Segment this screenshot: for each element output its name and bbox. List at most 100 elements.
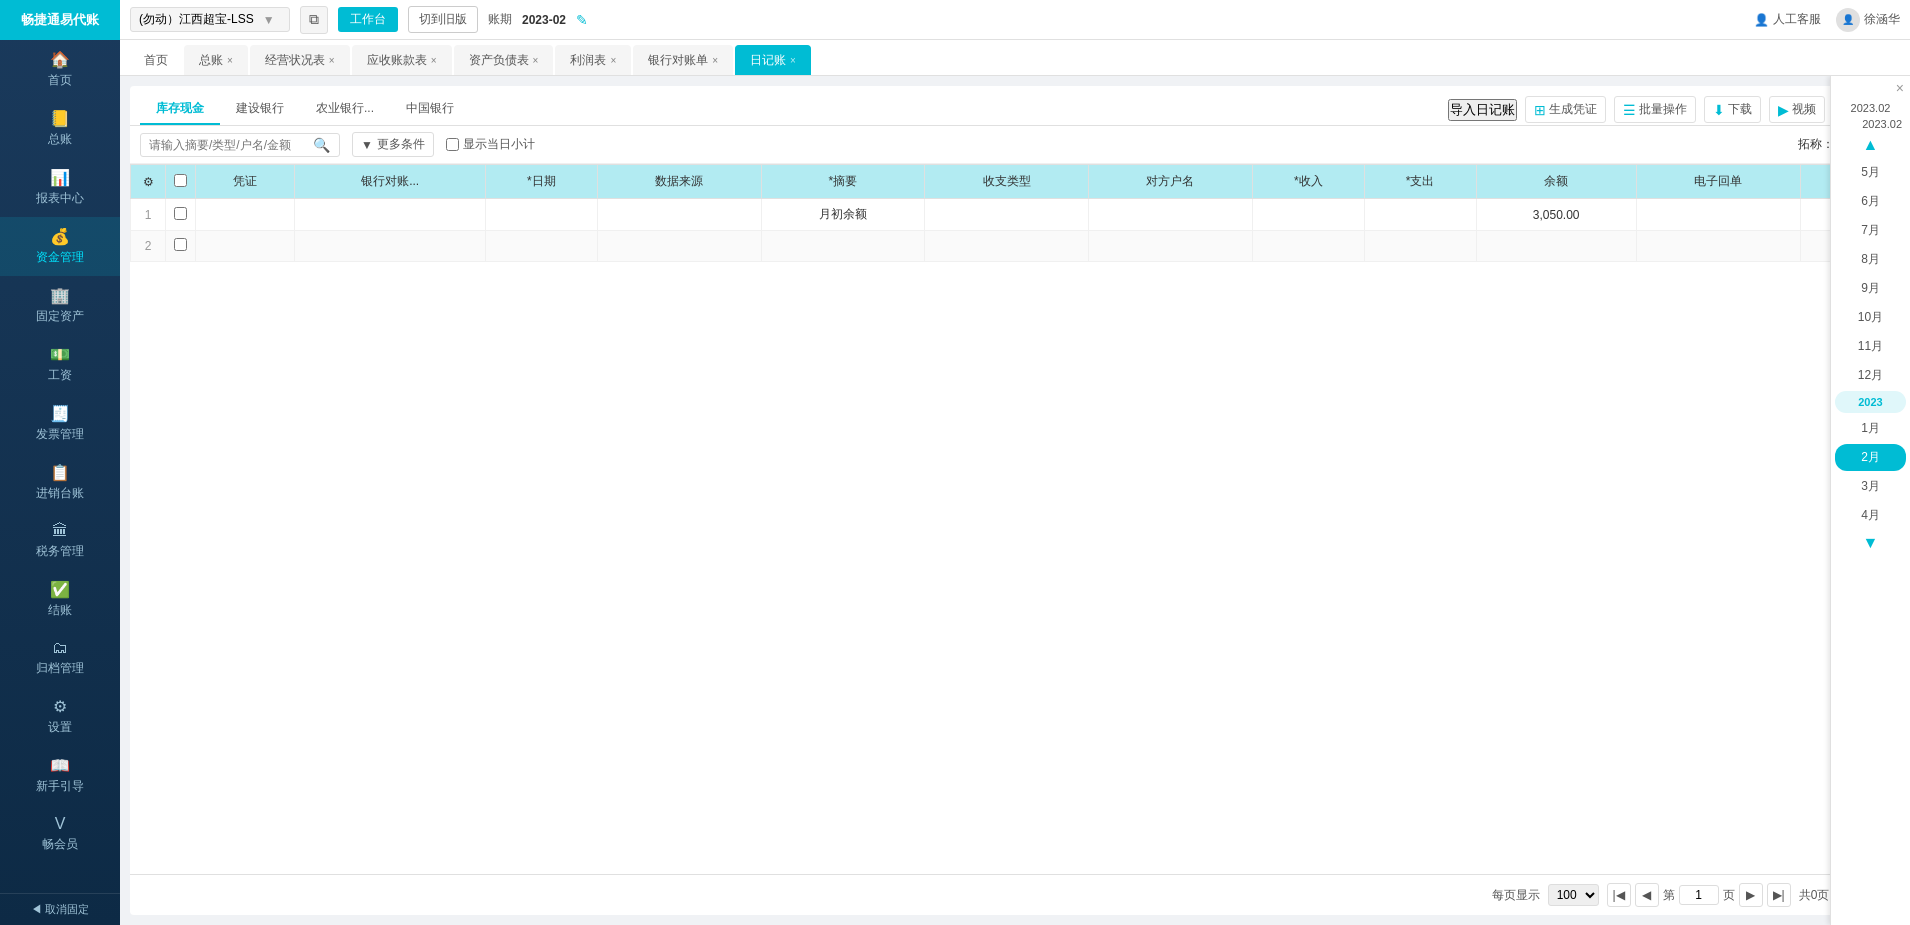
sidebar-item-tax[interactable]: 🏛 税务管理: [0, 512, 120, 570]
row-1-type: [925, 199, 1089, 231]
gen-voucher-btn[interactable]: ⊞ 生成凭证: [1525, 96, 1606, 123]
tab-home[interactable]: 首页: [130, 46, 182, 75]
customer-service-label: 人工客服: [1773, 11, 1821, 28]
import-journal-button[interactable]: 导入日记账: [1448, 99, 1517, 121]
month-4[interactable]: 4月: [1835, 502, 1906, 529]
tab-receivable-close[interactable]: ×: [431, 55, 437, 66]
more-conditions-btn[interactable]: ▼ 更多条件: [352, 132, 434, 157]
batch-op-btn[interactable]: ☰ 批量操作: [1614, 96, 1696, 123]
currency-label: 拓称：: [1798, 136, 1834, 153]
workbench-button[interactable]: 工作台: [338, 7, 398, 32]
month-7[interactable]: 7月: [1835, 217, 1906, 244]
sub-tab-construction-bank[interactable]: 建设银行: [220, 94, 300, 125]
tab-biz-report[interactable]: 经营状况表 ×: [250, 45, 350, 75]
tab-bank-reconcile-close[interactable]: ×: [712, 55, 718, 66]
col-summary: *摘要: [761, 165, 925, 199]
row-2-type: [925, 231, 1089, 262]
select-all-checkbox[interactable]: [174, 174, 187, 187]
copy-icon[interactable]: ⧉: [300, 6, 328, 34]
sidebar-item-invoice[interactable]: 🧾 发票管理: [0, 394, 120, 453]
sidebar-item-member[interactable]: V 畅会员: [0, 805, 120, 863]
user-profile-btn[interactable]: 👤 徐涵华: [1836, 8, 1900, 32]
sidebar-item-salary[interactable]: 💵 工资: [0, 335, 120, 394]
col-data-source: 数据来源: [597, 165, 761, 199]
tab-profit-close[interactable]: ×: [610, 55, 616, 66]
sidebar-item-inout[interactable]: 📋 进销台账: [0, 453, 120, 512]
tab-biz-report-close[interactable]: ×: [329, 55, 335, 66]
company-selector[interactable]: (勿动）江西超宝-LSS ▼: [130, 7, 290, 32]
sub-tab-agricultural-bank[interactable]: 农业银行...: [300, 94, 390, 125]
tab-journal[interactable]: 日记账 ×: [735, 45, 811, 75]
month-11[interactable]: 11月: [1835, 333, 1906, 360]
month-10[interactable]: 10月: [1835, 304, 1906, 331]
batch-op-icon: ☰: [1623, 102, 1636, 118]
month-6[interactable]: 6月: [1835, 188, 1906, 215]
assets-icon: 🏢: [50, 286, 70, 305]
table-row: 2: [131, 231, 1900, 262]
search-input[interactable]: [149, 138, 309, 152]
next-page-btn[interactable]: ▶: [1739, 883, 1763, 907]
page-input[interactable]: [1679, 885, 1719, 905]
period-label: 账期: [488, 11, 512, 28]
row-2-ereceipt: [1636, 231, 1800, 262]
pagination: 每页显示 100 50 200 |◀ ◀ 第 页 ▶ ▶| 共0页，0条记录: [130, 874, 1900, 915]
avatar: 👤: [1836, 8, 1860, 32]
period-edit-icon[interactable]: ✎: [576, 12, 588, 28]
sidebar-item-assets[interactable]: 🏢 固定资产: [0, 276, 120, 335]
row-1-source: [597, 199, 761, 231]
tabs-bar: 首页 总账 × 经营状况表 × 应收账款表 × 资产负债表 × 利润表 × 银行…: [120, 40, 1910, 76]
search-icon[interactable]: 🔍: [313, 137, 330, 153]
tab-balance-sheet-close[interactable]: ×: [533, 55, 539, 66]
scroll-up-btn[interactable]: ▲: [1831, 132, 1910, 158]
col-counterparty: 对方户名: [1089, 165, 1253, 199]
download-btn[interactable]: ⬇ 下载: [1704, 96, 1761, 123]
sidebar-item-guide[interactable]: 📖 新手引导: [0, 746, 120, 805]
date-year-row-top: 2023.02: [1831, 116, 1910, 132]
last-page-btn[interactable]: ▶|: [1767, 883, 1791, 907]
col-settings[interactable]: ⚙: [131, 165, 166, 199]
month-2-active[interactable]: 2月: [1835, 444, 1906, 471]
row-1-check[interactable]: [166, 199, 196, 231]
month-8[interactable]: 8月: [1835, 246, 1906, 273]
sidebar-item-close[interactable]: ✅ 结账: [0, 570, 120, 629]
month-9[interactable]: 9月: [1835, 275, 1906, 302]
page-nav: |◀ ◀ 第 页 ▶ ▶|: [1607, 883, 1791, 907]
video-btn[interactable]: ▶ 视频: [1769, 96, 1825, 123]
show-daily-label[interactable]: 显示当日小计: [446, 136, 535, 153]
sidebar-collapse-btn[interactable]: ◀︎ 取消固定: [0, 893, 120, 925]
sidebar-item-ledger[interactable]: 📒 总账: [0, 99, 120, 158]
month-12[interactable]: 12月: [1835, 362, 1906, 389]
guide-icon: 📖: [50, 756, 70, 775]
tab-profit[interactable]: 利润表 ×: [555, 45, 631, 75]
customer-service-btn[interactable]: 👤 人工客服: [1754, 11, 1821, 28]
month-1[interactable]: 1月: [1835, 415, 1906, 442]
sidebar-item-finance[interactable]: 💰 资金管理: [0, 217, 120, 276]
year-2023-label: 2023: [1835, 391, 1906, 413]
tab-balance-sheet[interactable]: 资产负债表 ×: [454, 45, 554, 75]
tab-journal-close[interactable]: ×: [790, 55, 796, 66]
col-date: *日期: [485, 165, 597, 199]
sidebar-item-reports[interactable]: 📊 报表中心: [0, 158, 120, 217]
tab-receivable[interactable]: 应收账款表 ×: [352, 45, 452, 75]
month-3[interactable]: 3月: [1835, 473, 1906, 500]
sidebar-item-home[interactable]: 🏠 首页: [0, 40, 120, 99]
sub-tab-china-bank[interactable]: 中国银行: [390, 94, 470, 125]
first-page-btn[interactable]: |◀: [1607, 883, 1631, 907]
col-check[interactable]: [166, 165, 196, 199]
prev-page-btn[interactable]: ◀: [1635, 883, 1659, 907]
row-2-summary: [761, 231, 925, 262]
tab-bank-reconcile[interactable]: 银行对账单 ×: [633, 45, 733, 75]
home-icon: 🏠: [50, 50, 70, 69]
per-page-select[interactable]: 100 50 200: [1548, 884, 1599, 906]
show-daily-checkbox[interactable]: [446, 138, 459, 151]
row-2-check[interactable]: [166, 231, 196, 262]
scroll-down-btn[interactable]: ▼: [1831, 530, 1910, 556]
sub-tab-cash[interactable]: 库存现金: [140, 94, 220, 125]
tab-ledger[interactable]: 总账 ×: [184, 45, 248, 75]
old-version-button[interactable]: 切到旧版: [408, 6, 478, 33]
sidebar-item-archive[interactable]: 🗂 归档管理: [0, 629, 120, 687]
month-5[interactable]: 5月: [1835, 159, 1906, 186]
tab-ledger-close[interactable]: ×: [227, 55, 233, 66]
date-panel-close-btn[interactable]: ×: [1831, 76, 1910, 100]
sidebar-item-settings[interactable]: ⚙ 设置: [0, 687, 120, 746]
